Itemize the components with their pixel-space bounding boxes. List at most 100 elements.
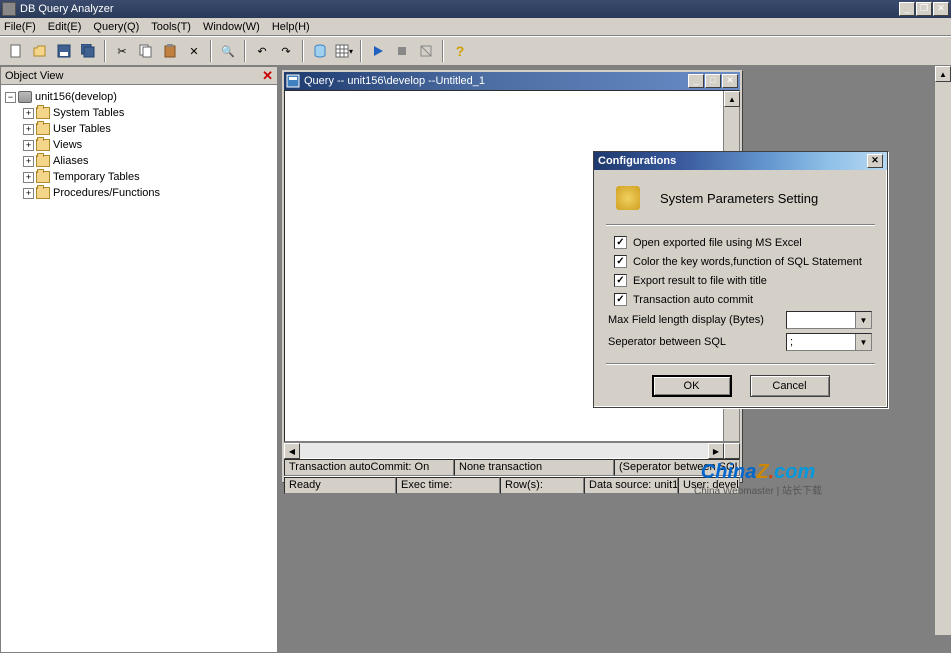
stop-icon[interactable]	[391, 40, 413, 62]
check-label: Export result to file with title	[633, 275, 767, 287]
qwin-controls: _ □ ✕	[688, 74, 738, 88]
expand-icon[interactable]: +	[23, 124, 34, 135]
save-icon[interactable]	[53, 40, 75, 62]
cancel-button[interactable]: Cancel	[750, 375, 830, 397]
toolbar: ✂ ✕ 🔍 ↶ ↷ ▾ ?	[0, 36, 951, 66]
toolbar-separator	[104, 40, 106, 62]
tree-item-views[interactable]: + Views	[23, 137, 273, 153]
status-user: User: develop	[678, 477, 740, 494]
expand-icon[interactable]: −	[5, 92, 16, 103]
menu-tools[interactable]: Tools(T)	[151, 21, 191, 33]
expand-icon[interactable]: +	[23, 172, 34, 183]
check-label: Color the key words,function of SQL Stat…	[633, 256, 862, 268]
main-area: Object View ✕ − unit156(develop) + Syste…	[0, 66, 951, 653]
object-tree: − unit156(develop) + System Tables + Use…	[1, 85, 277, 205]
expand-icon[interactable]: +	[23, 140, 34, 151]
dialog-header: System Parameters Setting	[606, 180, 875, 225]
settings-icon	[616, 186, 640, 210]
check-color-keywords[interactable]: Color the key words,function of SQL Stat…	[606, 252, 875, 271]
menu-window[interactable]: Window(W)	[203, 21, 260, 33]
save-all-icon[interactable]	[77, 40, 99, 62]
object-view-close-icon[interactable]: ✕	[262, 68, 273, 84]
ok-button[interactable]: OK	[652, 375, 732, 397]
menu-edit[interactable]: Edit(E)	[48, 21, 82, 33]
separator-combo[interactable]: ; ▼	[786, 333, 872, 351]
cancel-exec-icon[interactable]	[415, 40, 437, 62]
app-icon	[2, 2, 16, 16]
expand-icon[interactable]: +	[23, 188, 34, 199]
checkbox[interactable]	[614, 236, 627, 249]
folder-icon	[36, 123, 50, 135]
check-label: Open exported file using MS Excel	[633, 237, 802, 249]
dialog-body: System Parameters Setting Open exported …	[594, 170, 887, 407]
menu-file[interactable]: File(F)	[4, 21, 36, 33]
scroll-track[interactable]	[300, 443, 708, 458]
tree-item-label: User Tables	[53, 123, 111, 135]
execute-icon[interactable]	[367, 40, 389, 62]
menu-help[interactable]: Help(H)	[272, 21, 310, 33]
status-ready: Ready	[284, 477, 396, 494]
grid-icon[interactable]: ▾	[333, 40, 355, 62]
dialog-buttons: OK Cancel	[606, 375, 875, 397]
folder-icon	[36, 107, 50, 119]
check-autocommit[interactable]: Transaction auto commit	[606, 290, 875, 309]
check-open-excel[interactable]: Open exported file using MS Excel	[606, 233, 875, 252]
database-icon[interactable]	[309, 40, 331, 62]
chevron-down-icon[interactable]: ▼	[855, 312, 871, 328]
expand-icon[interactable]: +	[23, 156, 34, 167]
new-icon[interactable]	[5, 40, 27, 62]
qwin-minimize-button[interactable]: _	[688, 74, 704, 88]
window-controls: _ ❐ ✕	[899, 2, 949, 16]
field-label: Seperator between SQL	[606, 336, 786, 348]
checkbox[interactable]	[614, 293, 627, 306]
scroll-left-icon[interactable]: ◀	[284, 443, 300, 459]
configurations-dialog: Configurations ✕ System Parameters Setti…	[593, 151, 888, 408]
toolbar-separator	[210, 40, 212, 62]
field-label: Max Field length display (Bytes)	[606, 314, 786, 326]
tree-item-label: Aliases	[53, 155, 88, 167]
tree-children: + System Tables + User Tables + Views +	[5, 105, 273, 201]
chevron-down-icon[interactable]: ▼	[855, 334, 871, 350]
tree-item-label: Views	[53, 139, 82, 151]
restore-button[interactable]: ❐	[916, 2, 932, 16]
cut-icon[interactable]: ✂	[111, 40, 133, 62]
dialog-titlebar[interactable]: Configurations ✕	[594, 152, 887, 170]
expand-icon[interactable]: +	[23, 108, 34, 119]
close-button[interactable]: ✕	[933, 2, 949, 16]
checkbox[interactable]	[614, 274, 627, 287]
toolbar-separator	[244, 40, 246, 62]
undo-icon[interactable]: ↶	[251, 40, 273, 62]
tree-item-user-tables[interactable]: + User Tables	[23, 121, 273, 137]
combo-value: ;	[787, 336, 855, 348]
clear-icon[interactable]: ✕	[183, 40, 205, 62]
checkbox[interactable]	[614, 255, 627, 268]
help-icon[interactable]: ?	[449, 40, 471, 62]
dialog-close-button[interactable]: ✕	[867, 154, 883, 168]
tree-item-system-tables[interactable]: + System Tables	[23, 105, 273, 121]
tree-item-temp-tables[interactable]: + Temporary Tables	[23, 169, 273, 185]
query-window-titlebar[interactable]: Query -- unit156\develop --Untitled_1 _ …	[284, 72, 740, 90]
qwin-close-button[interactable]: ✕	[722, 74, 738, 88]
mdi-scroll-vertical[interactable]: ▲	[935, 66, 951, 635]
folder-icon	[36, 171, 50, 183]
check-export-title[interactable]: Export result to file with title	[606, 271, 875, 290]
redo-icon[interactable]: ↷	[275, 40, 297, 62]
qwin-maximize-button[interactable]: □	[705, 74, 721, 88]
tree-item-label: System Tables	[53, 107, 124, 119]
scroll-up-icon[interactable]: ▲	[724, 91, 740, 107]
open-icon[interactable]	[29, 40, 51, 62]
tree-item-procedures[interactable]: + Procedures/Functions	[23, 185, 273, 201]
scroll-right-icon[interactable]: ▶	[708, 443, 724, 459]
field-max-length: Max Field length display (Bytes) ▼ China…	[606, 309, 875, 331]
copy-icon[interactable]	[135, 40, 157, 62]
minimize-button[interactable]: _	[899, 2, 915, 16]
app-titlebar: DB Query Analyzer _ ❐ ✕	[0, 0, 951, 18]
paste-icon[interactable]	[159, 40, 181, 62]
scroll-up-icon[interactable]: ▲	[935, 66, 951, 82]
tree-item-aliases[interactable]: + Aliases	[23, 153, 273, 169]
find-icon[interactable]: 🔍	[217, 40, 239, 62]
query-scroll-horizontal[interactable]: ◀ ▶	[284, 442, 740, 458]
tree-root[interactable]: − unit156(develop)	[5, 89, 273, 105]
maxfield-combo[interactable]: ▼	[786, 311, 872, 329]
menu-query[interactable]: Query(Q)	[93, 21, 139, 33]
